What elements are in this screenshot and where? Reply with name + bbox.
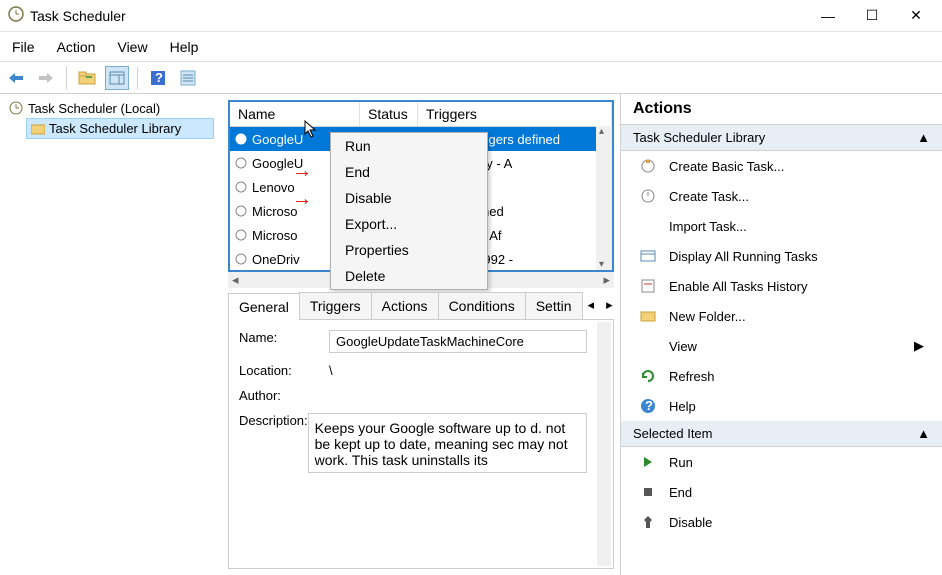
minimize-button[interactable]: — bbox=[818, 6, 838, 26]
menu-view[interactable]: View bbox=[117, 39, 147, 55]
action-disable[interactable]: Disable bbox=[621, 507, 942, 537]
ctx-delete[interactable]: Delete bbox=[331, 263, 487, 289]
toolbar-list-icon[interactable] bbox=[176, 66, 200, 90]
toolbar-folder-icon[interactable] bbox=[75, 66, 99, 90]
tab-scroll-right[interactable]: ▸ bbox=[600, 292, 619, 319]
history-icon bbox=[639, 277, 657, 295]
tab-conditions[interactable]: Conditions bbox=[438, 292, 526, 319]
label-description: Description: bbox=[239, 413, 308, 428]
stop-icon bbox=[639, 483, 657, 501]
toolbar-pane-icon[interactable] bbox=[105, 66, 129, 90]
action-end[interactable]: End bbox=[621, 477, 942, 507]
ctx-export[interactable]: Export... bbox=[331, 211, 487, 237]
folder-icon bbox=[639, 307, 657, 325]
submenu-arrow-icon: ▶ bbox=[914, 338, 924, 354]
action-view[interactable]: View▶ bbox=[621, 331, 942, 361]
menu-action[interactable]: Action bbox=[57, 39, 96, 55]
actions-section-selected[interactable]: Selected Item▲ bbox=[621, 421, 942, 447]
action-import-task[interactable]: Import Task... bbox=[621, 211, 942, 241]
toolbar-help-icon[interactable]: ? bbox=[146, 66, 170, 90]
field-description[interactable]: Keeps your Google software up to d. not … bbox=[308, 413, 587, 473]
col-name[interactable]: Name bbox=[230, 102, 360, 126]
app-clock-icon bbox=[8, 6, 24, 25]
maximize-button[interactable]: ☐ bbox=[862, 6, 882, 26]
disable-icon bbox=[639, 513, 657, 531]
ctx-disable[interactable]: Disable bbox=[331, 185, 487, 211]
ctx-properties[interactable]: Properties bbox=[331, 237, 487, 263]
list-vscroll[interactable] bbox=[596, 126, 612, 270]
running-icon bbox=[639, 247, 657, 265]
tab-general[interactable]: General bbox=[228, 293, 300, 320]
back-button[interactable] bbox=[4, 66, 28, 90]
menu-file[interactable]: File bbox=[12, 39, 35, 55]
action-help[interactable]: ?Help bbox=[621, 391, 942, 421]
close-button[interactable]: ✕ bbox=[906, 6, 926, 26]
import-icon bbox=[639, 217, 657, 235]
wizard-icon bbox=[639, 157, 657, 175]
tab-triggers[interactable]: Triggers bbox=[299, 292, 372, 319]
refresh-icon bbox=[639, 367, 657, 385]
tab-scroll-left[interactable]: ◂ bbox=[582, 292, 601, 319]
tree-pane: Task Scheduler (Local) Task Scheduler Li… bbox=[0, 94, 222, 575]
task-icon bbox=[639, 187, 657, 205]
action-new-folder[interactable]: New Folder... bbox=[621, 301, 942, 331]
actions-header: Actions bbox=[621, 94, 942, 125]
window-title: Task Scheduler bbox=[30, 8, 818, 24]
action-create-task[interactable]: Create Task... bbox=[621, 181, 942, 211]
tree-library[interactable]: Task Scheduler Library bbox=[26, 118, 214, 139]
action-create-basic-task[interactable]: Create Basic Task... bbox=[621, 151, 942, 181]
tree-root[interactable]: Task Scheduler (Local) bbox=[8, 98, 214, 118]
play-icon bbox=[639, 453, 657, 471]
action-run[interactable]: Run bbox=[621, 447, 942, 477]
col-triggers[interactable]: Triggers bbox=[418, 102, 612, 126]
details-vscroll[interactable] bbox=[597, 322, 611, 566]
help-icon: ? bbox=[639, 397, 657, 415]
tab-actions[interactable]: Actions bbox=[371, 292, 439, 319]
menu-help[interactable]: Help bbox=[170, 39, 199, 55]
collapse-icon: ▲ bbox=[917, 426, 930, 441]
ctx-run[interactable]: Run bbox=[331, 133, 487, 159]
action-display-running[interactable]: Display All Running Tasks bbox=[621, 241, 942, 271]
field-name[interactable]: GoogleUpdateTaskMachineCore bbox=[329, 330, 587, 353]
label-author: Author: bbox=[239, 388, 329, 403]
action-refresh[interactable]: Refresh bbox=[621, 361, 942, 391]
tab-settings[interactable]: Settin bbox=[525, 292, 583, 319]
col-status[interactable]: Status bbox=[360, 102, 418, 126]
context-menu: Run End Disable Export... Properties Del… bbox=[330, 132, 488, 290]
ctx-end[interactable]: End bbox=[331, 159, 487, 185]
svg-text:?: ? bbox=[155, 70, 163, 85]
label-name: Name: bbox=[239, 330, 329, 353]
actions-section-library[interactable]: Task Scheduler Library▲ bbox=[621, 125, 942, 151]
forward-button[interactable] bbox=[34, 66, 58, 90]
collapse-icon: ▲ bbox=[917, 130, 930, 145]
action-enable-history[interactable]: Enable All Tasks History bbox=[621, 271, 942, 301]
svg-text:?: ? bbox=[645, 398, 653, 413]
label-location: Location: bbox=[239, 363, 329, 378]
value-location: \ bbox=[329, 363, 333, 378]
